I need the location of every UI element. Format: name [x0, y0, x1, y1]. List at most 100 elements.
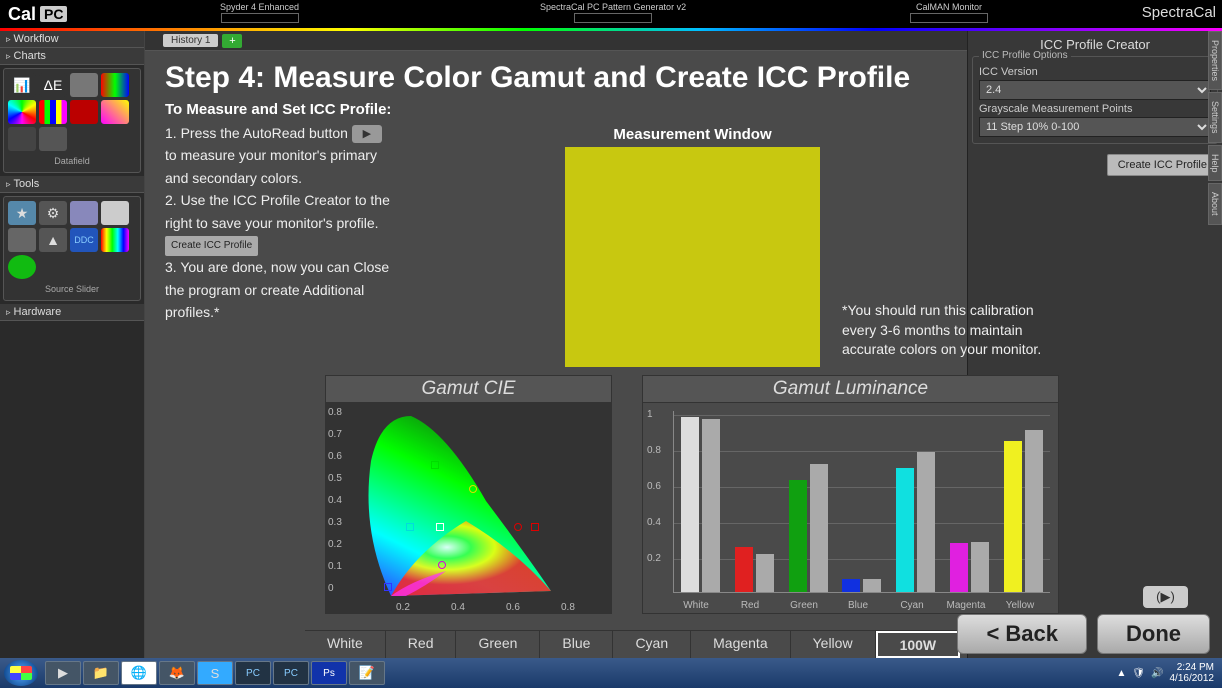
- color-tab-yellow[interactable]: Yellow: [791, 631, 876, 658]
- task-icon[interactable]: PC: [273, 661, 309, 685]
- section-tools[interactable]: Tools: [0, 176, 144, 193]
- chart-icon[interactable]: ΔE: [39, 73, 67, 97]
- color-tab-blue[interactable]: Blue: [540, 631, 613, 658]
- color-tab-white[interactable]: White: [305, 631, 386, 658]
- x-axis-label: Green: [779, 600, 829, 611]
- tab-history[interactable]: History 1: [163, 34, 218, 47]
- task-icon[interactable]: 📁: [83, 661, 119, 685]
- tool-icon[interactable]: ⚙: [39, 201, 67, 225]
- chart-icon[interactable]: [70, 73, 98, 97]
- x-axis-label: Cyan: [887, 600, 937, 611]
- volume-icon[interactable]: 🔊: [1151, 668, 1163, 679]
- vtab-help[interactable]: Help: [1208, 145, 1222, 182]
- tool-icon[interactable]: [70, 201, 98, 225]
- bars-icon[interactable]: [39, 100, 67, 124]
- color-tab-magenta[interactable]: Magenta: [691, 631, 790, 658]
- bar: [702, 419, 720, 592]
- chart-icon[interactable]: [101, 73, 129, 97]
- bar: [789, 480, 807, 592]
- red-target: [531, 523, 539, 531]
- bar: [917, 452, 935, 592]
- create-icc-button[interactable]: Create ICC Profile: [1107, 154, 1218, 176]
- create-icc-inline-button[interactable]: Create ICC Profile: [165, 236, 258, 256]
- task-icon[interactable]: 📝: [349, 661, 385, 685]
- left-sidebar: Workflow Charts 📊 ΔE Datafield Tools ★ ⚙…: [0, 31, 145, 658]
- tool-icon[interactable]: [101, 228, 129, 252]
- section-charts[interactable]: Charts: [0, 48, 144, 65]
- bar: [1025, 430, 1043, 592]
- cie-diagram: [356, 411, 576, 606]
- tools-palette: ★ ⚙ ▲ DDC Source Slider: [3, 196, 141, 301]
- clock-date[interactable]: 4/16/2012: [1170, 673, 1215, 684]
- charts-palette: 📊 ΔE Datafield: [3, 68, 141, 173]
- bar: [810, 464, 828, 592]
- yellow-point: [469, 485, 477, 493]
- tool-icon[interactable]: [8, 228, 36, 252]
- task-icon[interactable]: 🌐: [121, 661, 157, 685]
- color-tab-red[interactable]: Red: [386, 631, 457, 658]
- done-button[interactable]: Done: [1097, 614, 1210, 654]
- tab-add-button[interactable]: +: [222, 34, 242, 48]
- vtab-settings[interactable]: Settings: [1208, 92, 1222, 143]
- chart-icon[interactable]: [70, 100, 98, 124]
- bar: [971, 542, 989, 592]
- chart-icon[interactable]: [39, 127, 67, 151]
- palette-label: Source Slider: [8, 282, 136, 296]
- color-tabs: WhiteRedGreenBlueCyanMagentaYellow100W: [305, 630, 960, 658]
- chart-icon[interactable]: [101, 100, 129, 124]
- brand-label: SpectraCal: [1142, 4, 1216, 21]
- system-tray[interactable]: ▲ 🛡 🔊 2:24 PM 4/16/2012: [1116, 662, 1218, 684]
- bar: [863, 579, 881, 592]
- tray-icon[interactable]: 🛡: [1132, 668, 1145, 679]
- logo-text: Cal: [8, 4, 36, 25]
- tool-icon[interactable]: ★: [8, 201, 36, 225]
- gamut-cie-chart: Gamut CIE: [325, 375, 612, 614]
- grayscale-points-select[interactable]: 11 Step 10% 0-100: [979, 117, 1211, 137]
- device-meter[interactable]: Spyder 4 Enhanced: [220, 2, 299, 23]
- logo-suffix: PC: [40, 6, 67, 22]
- mw-title: Measurement Window: [565, 126, 820, 143]
- tab-bar: History 1 +: [145, 31, 967, 51]
- tool-icon[interactable]: [101, 201, 129, 225]
- color-tab-100w[interactable]: 100W: [876, 631, 961, 658]
- bar: [735, 547, 753, 592]
- tool-icon[interactable]: DDC: [70, 228, 98, 252]
- vtab-properties[interactable]: Properties: [1208, 31, 1222, 90]
- start-button[interactable]: [4, 660, 38, 686]
- clock-time[interactable]: 2:24 PM: [1170, 662, 1215, 673]
- icc-version-select[interactable]: 2.4: [979, 80, 1211, 100]
- bar: [681, 417, 699, 592]
- green-point: [431, 461, 439, 469]
- windows-taskbar[interactable]: ▶ 📁 🌐 🦊 S PC PC Ps 📝 ▲ 🛡 🔊 2:24 PM 4/16/…: [0, 658, 1222, 688]
- task-icon[interactable]: 🦊: [159, 661, 195, 685]
- page-title: Step 4: Measure Color Gamut and Create I…: [165, 61, 947, 95]
- vtab-about[interactable]: About: [1208, 183, 1222, 225]
- x-axis-label: White: [671, 600, 721, 611]
- chart-icon[interactable]: 📊: [8, 73, 36, 97]
- tool-icon[interactable]: [8, 255, 36, 279]
- color-tab-green[interactable]: Green: [456, 631, 540, 658]
- tool-icon[interactable]: ▲: [39, 228, 67, 252]
- device-display[interactable]: CalMAN Monitor: [910, 2, 988, 23]
- page-subtitle: To Measure and Set ICC Profile:: [165, 101, 947, 118]
- cie-icon[interactable]: [8, 100, 36, 124]
- task-icon[interactable]: Ps: [311, 661, 347, 685]
- content-area: History 1 + Step 4: Measure Color Gamut …: [145, 31, 967, 658]
- autoread-button[interactable]: (▶): [1143, 586, 1188, 608]
- section-workflow[interactable]: Workflow: [0, 31, 144, 48]
- app-logo: Cal PC: [0, 4, 75, 25]
- chart-icon[interactable]: [8, 127, 36, 151]
- task-icon[interactable]: S: [197, 661, 233, 685]
- x-axis-label: Magenta: [941, 600, 991, 611]
- tray-icon[interactable]: ▲: [1116, 668, 1126, 679]
- measurement-window: Measurement Window: [565, 126, 820, 367]
- autoread-icon[interactable]: ▶: [352, 125, 382, 143]
- bar: [842, 579, 860, 592]
- back-button[interactable]: < Back: [957, 614, 1087, 654]
- section-hardware[interactable]: Hardware: [0, 304, 144, 321]
- task-icon[interactable]: PC: [235, 661, 271, 685]
- cyan-point: [406, 523, 414, 531]
- task-icon[interactable]: ▶: [45, 661, 81, 685]
- color-tab-cyan[interactable]: Cyan: [613, 631, 691, 658]
- device-source[interactable]: SpectraCal PC Pattern Generator v2: [540, 2, 686, 23]
